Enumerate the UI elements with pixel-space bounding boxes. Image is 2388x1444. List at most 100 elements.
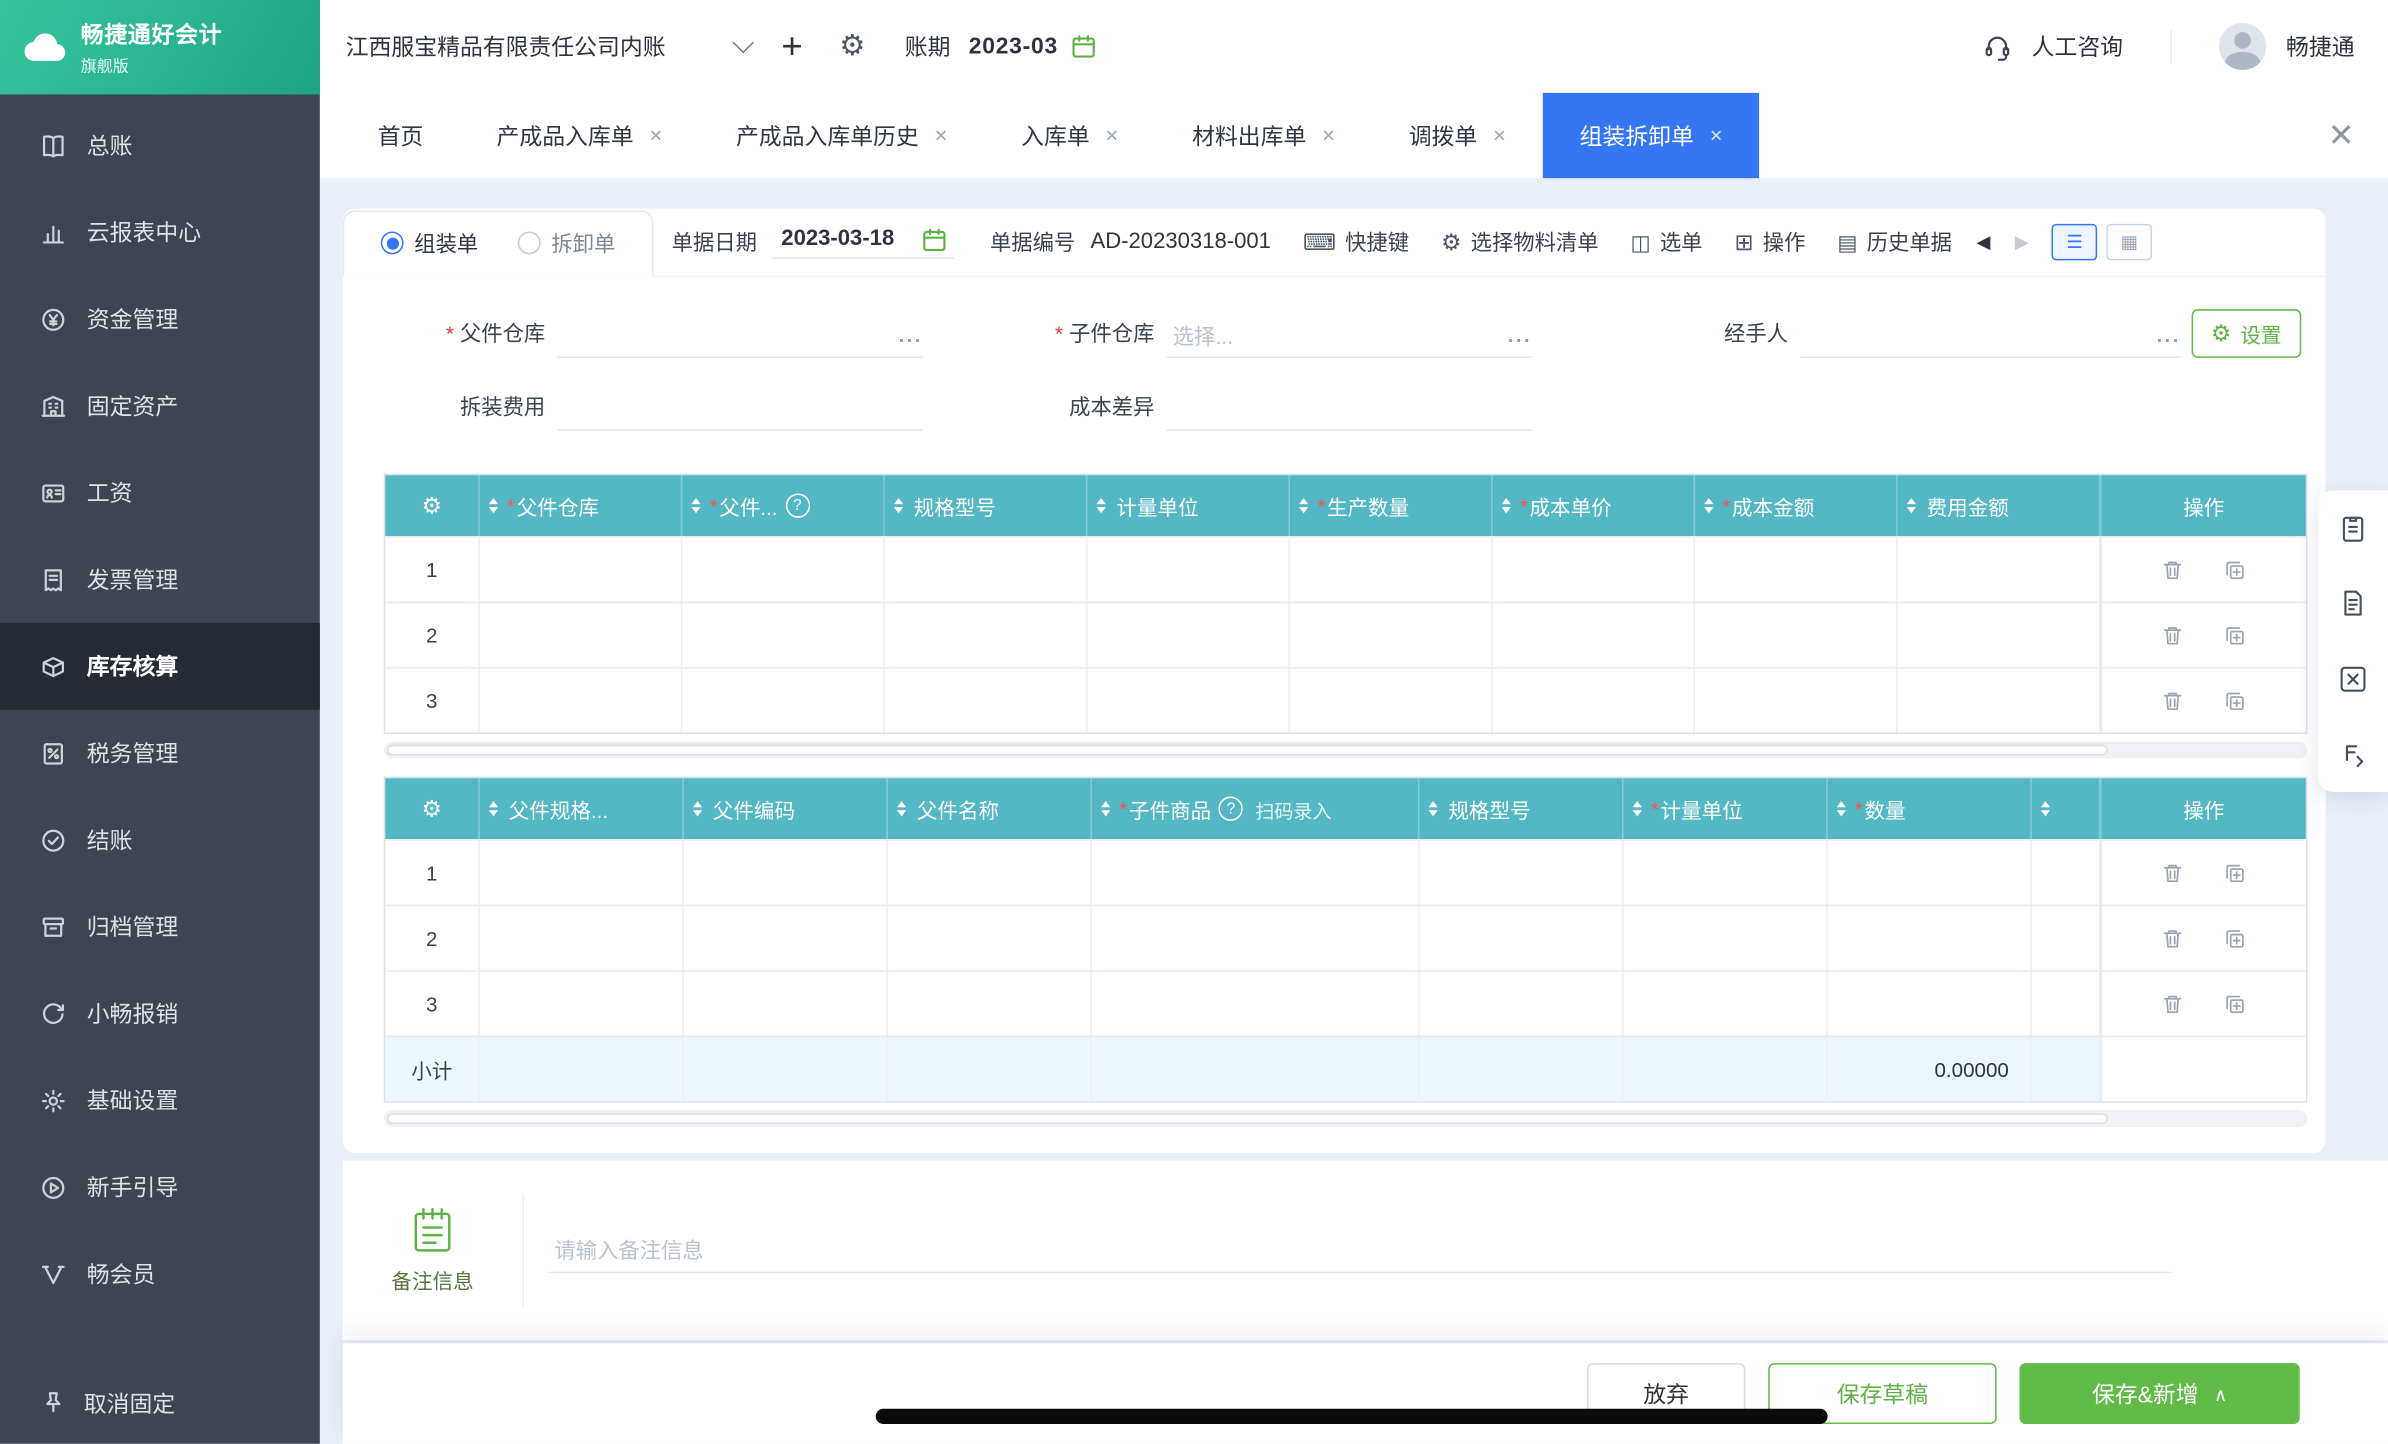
column-header-stub[interactable] — [2032, 778, 2101, 840]
radio-assemble[interactable]: 组装单 — [380, 228, 478, 258]
operations-button[interactable]: 操作 — [1734, 227, 1806, 257]
calendar-icon[interactable] — [921, 226, 947, 252]
sidebar-item-general-ledger[interactable]: 总账 — [0, 102, 320, 189]
table-cell[interactable] — [1493, 668, 1696, 733]
table-cell[interactable] — [885, 668, 1088, 733]
tools-icon[interactable] — [2338, 664, 2368, 694]
table-cell[interactable] — [1493, 537, 1696, 602]
table-cell[interactable] — [1898, 603, 2101, 668]
close-tab-icon[interactable] — [934, 126, 948, 146]
support-link[interactable]: 人工咨询 — [2032, 30, 2123, 62]
table-cell[interactable] — [1419, 971, 1624, 1036]
table-cell[interactable] — [2032, 840, 2101, 905]
select-bom-button[interactable]: 选择物料清单 — [1441, 227, 1599, 257]
sort-icon[interactable] — [2041, 801, 2050, 816]
table-cell[interactable] — [682, 537, 885, 602]
table-cell[interactable] — [2032, 971, 2101, 1036]
table-cell[interactable] — [885, 537, 1088, 602]
copy-add-row-icon[interactable] — [2224, 558, 2247, 581]
child-warehouse-input[interactable] — [1166, 324, 1533, 357]
column-header[interactable]: * 计量单位 — [1624, 778, 1828, 840]
table-cell[interactable] — [1493, 603, 1696, 668]
copy-add-row-icon[interactable] — [2224, 927, 2247, 950]
scan-entry-hint[interactable]: 扫码录入 — [1255, 794, 1331, 823]
handler-input[interactable] — [1800, 324, 2181, 357]
column-header[interactable]: 父件编码 — [684, 778, 888, 840]
chevron-up-icon[interactable] — [2214, 1381, 2227, 1407]
tab-material-outbound[interactable]: 材料出库单 — [1156, 93, 1373, 178]
cost-diff-input[interactable] — [1166, 397, 1533, 430]
sidebar-item-funds[interactable]: 资金管理 — [0, 276, 320, 363]
radio-disassemble[interactable]: 拆卸单 — [517, 228, 615, 258]
table-cell[interactable] — [684, 906, 888, 971]
table-cell[interactable] — [885, 603, 1088, 668]
sort-icon[interactable] — [489, 801, 498, 816]
help-icon[interactable] — [785, 493, 810, 518]
table-cell[interactable] — [1624, 971, 1828, 1036]
column-header[interactable]: * 成本金额 — [1695, 475, 1898, 537]
table-cell[interactable] — [1087, 537, 1290, 602]
copy-add-row-icon[interactable] — [2224, 861, 2247, 884]
more-options-icon[interactable] — [899, 329, 923, 352]
sort-icon[interactable] — [691, 498, 700, 513]
column-header[interactable]: * 父件仓库 — [480, 475, 683, 537]
table-cell[interactable] — [684, 840, 888, 905]
column-header[interactable]: * 数量 — [1828, 778, 2032, 840]
copy-add-row-icon[interactable] — [2224, 624, 2247, 647]
sidebar-item-invoice[interactable]: 发票管理 — [0, 536, 320, 623]
sidebar-item-guide[interactable]: 新手引导 — [0, 1144, 320, 1231]
column-settings[interactable] — [385, 475, 480, 537]
clipboard-icon[interactable] — [2338, 513, 2368, 543]
sort-icon[interactable] — [1704, 498, 1713, 513]
scrollbar-thumb[interactable] — [386, 1113, 2108, 1124]
sort-icon[interactable] — [1429, 801, 1438, 816]
column-header[interactable]: 计量单位 — [1087, 475, 1290, 537]
table-cell[interactable] — [888, 840, 1092, 905]
table-cell[interactable] — [682, 603, 885, 668]
pick-order-button[interactable]: 选单 — [1631, 227, 1703, 257]
document-lines-icon[interactable] — [2338, 588, 2368, 618]
table-cell[interactable] — [1898, 668, 2101, 733]
close-all-tabs-icon[interactable] — [2328, 117, 2355, 155]
table-cell[interactable] — [1290, 668, 1493, 733]
sort-icon[interactable] — [1633, 801, 1642, 816]
settings-gear-icon[interactable] — [839, 29, 865, 64]
table-cell[interactable] — [1828, 971, 2032, 1036]
table-cell[interactable] — [480, 906, 684, 971]
history-docs-button[interactable]: 历史单据 — [1837, 227, 1952, 257]
sort-icon[interactable] — [894, 498, 903, 513]
tab-inbound-order[interactable]: 入库单 — [985, 93, 1156, 178]
remark-input[interactable] — [548, 1228, 2172, 1273]
sort-icon[interactable] — [897, 801, 906, 816]
sidebar-item-tax[interactable]: 税务管理 — [0, 710, 320, 797]
table-cell[interactable] — [1624, 840, 1828, 905]
table-cell[interactable] — [1290, 603, 1493, 668]
sidebar-unpin[interactable]: 取消固定 — [0, 1362, 320, 1444]
table-cell[interactable] — [480, 603, 683, 668]
column-header[interactable]: 规格型号 — [885, 475, 1088, 537]
list-view-button[interactable] — [2051, 223, 2098, 261]
table-cell[interactable] — [1624, 906, 1828, 971]
horizontal-scrollbar[interactable] — [383, 1110, 2308, 1128]
sidebar-item-member[interactable]: 畅会员 — [0, 1231, 320, 1318]
save-and-new-button[interactable]: 保存&新增 — [2019, 1363, 2300, 1425]
table-cell[interactable] — [480, 668, 683, 733]
sort-icon[interactable] — [489, 498, 498, 513]
table-cell[interactable] — [888, 906, 1092, 971]
sort-icon[interactable] — [1837, 801, 1846, 816]
user-avatar[interactable] — [2218, 22, 2267, 71]
delete-row-icon[interactable] — [2161, 624, 2184, 647]
scrollbar-thumb[interactable] — [386, 744, 2108, 756]
tab-finished-goods-inbound[interactable]: 产成品入库单 — [460, 93, 699, 178]
prev-arrow-icon[interactable] — [1976, 231, 1990, 252]
sort-icon[interactable] — [1101, 801, 1110, 816]
close-tab-icon[interactable] — [1709, 126, 1723, 146]
table-cell[interactable] — [1695, 537, 1898, 602]
close-tab-icon[interactable] — [1492, 126, 1506, 146]
table-cell[interactable] — [1695, 668, 1898, 733]
disassembly-fee-input[interactable] — [557, 397, 923, 430]
table-cell[interactable] — [1828, 906, 2032, 971]
table-cell[interactable] — [1419, 840, 1624, 905]
column-header[interactable]: 规格型号 — [1419, 778, 1624, 840]
table-cell[interactable] — [1695, 603, 1898, 668]
